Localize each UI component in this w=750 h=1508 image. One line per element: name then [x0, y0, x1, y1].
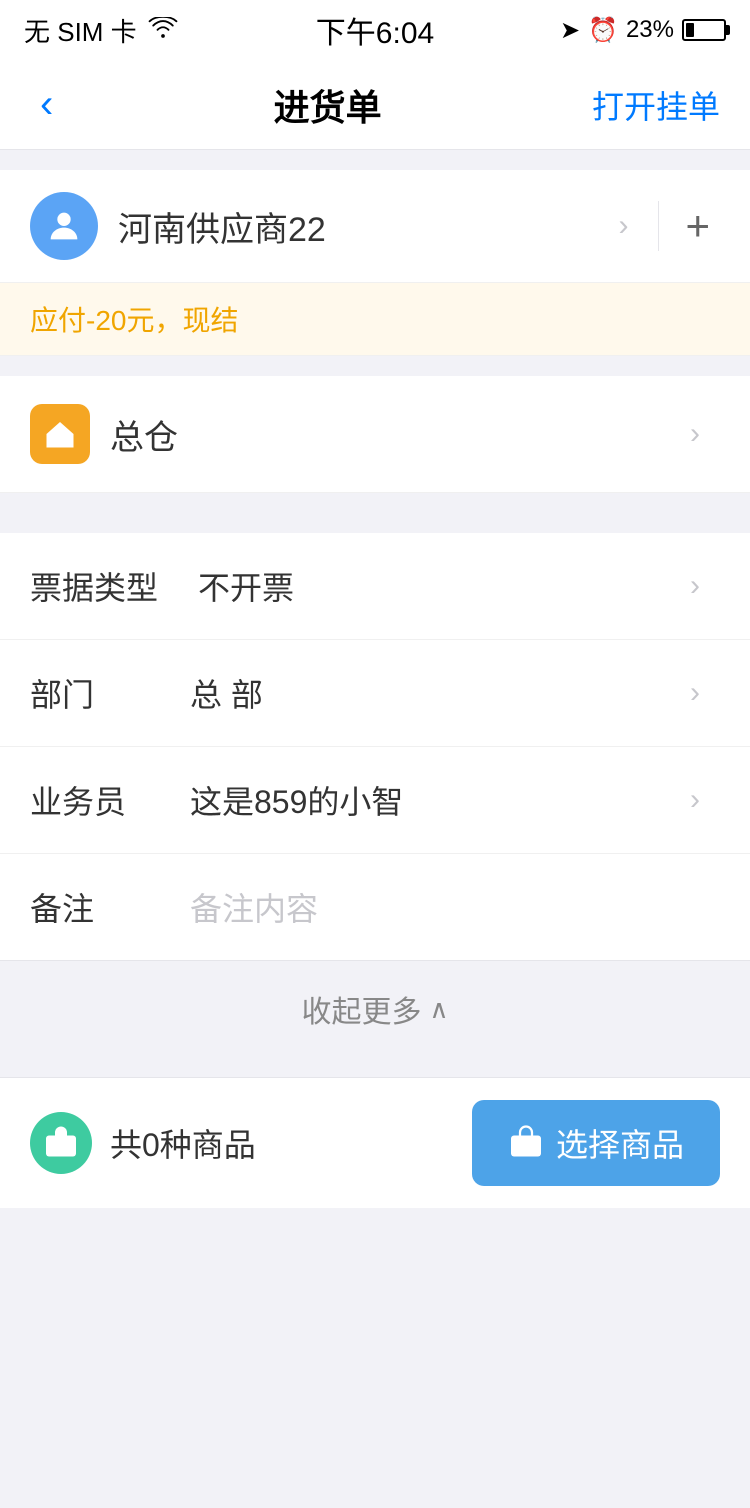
notice-row: 应付-20元，现结 [0, 283, 750, 356]
status-right: ➤ ⏰ 23% [560, 16, 726, 45]
wifi-icon [147, 15, 179, 46]
status-left: 无 SIM 卡 [24, 12, 179, 49]
select-product-button[interactable]: 选择商品 [472, 1100, 720, 1186]
product-count: 共0种商品 [110, 1120, 472, 1166]
invoice-type-row[interactable]: 票据类型 不开票 › [0, 533, 750, 640]
invoice-type-label: 票据类型 [30, 563, 158, 609]
collapse-icon: ∧ [429, 994, 448, 1025]
supplier-section: 河南供应商22 › + 应付-20元，现结 [0, 170, 750, 356]
status-time: 下午6:04 [316, 8, 434, 52]
carrier-label: 无 SIM 卡 [24, 12, 137, 49]
salesperson-label: 业务员 [30, 777, 150, 823]
department-chevron-icon: › [690, 676, 700, 710]
section-gap-1 [0, 150, 750, 170]
collapse-label: 收起更多 [301, 987, 421, 1031]
form-section: 票据类型 不开票 › 部门 总 部 › 业务员 这是859的小智 › 备注 备注… [0, 533, 750, 960]
alarm-icon: ⏰ [588, 16, 618, 45]
supplier-name: 河南供应商22 [118, 202, 618, 251]
department-value: 总 部 [190, 670, 690, 716]
page-title: 进货单 [274, 79, 382, 131]
section-gap-3 [0, 493, 750, 513]
select-product-label: 选择商品 [556, 1120, 684, 1166]
remark-label: 备注 [30, 884, 150, 930]
back-button[interactable]: ‹ [30, 72, 63, 137]
battery-percent: 23% [626, 16, 674, 44]
remark-row[interactable]: 备注 备注内容 [0, 854, 750, 960]
supplier-row[interactable]: 河南供应商22 › + [0, 170, 750, 283]
salesperson-value: 这是859的小智 [190, 777, 690, 823]
invoice-type-value: 不开票 [198, 563, 690, 609]
notice-text: 应付-20元，现结 [30, 305, 238, 336]
nav-bar: ‹ 进货单 打开挂单 [0, 60, 750, 150]
page-rest [0, 1208, 750, 1508]
warehouse-icon [30, 404, 90, 464]
battery-icon [682, 19, 726, 41]
bottom-bar: 共0种商品 选择商品 [0, 1077, 750, 1208]
supplier-chevron-icon: › [618, 209, 628, 243]
warehouse-label: 总仓 [110, 410, 690, 459]
warehouse-section: 总仓 › [0, 376, 750, 493]
vertical-divider [658, 201, 659, 251]
supplier-avatar [30, 192, 98, 260]
status-bar: 无 SIM 卡 下午6:04 ➤ ⏰ 23% [0, 0, 750, 60]
department-row[interactable]: 部门 总 部 › [0, 640, 750, 747]
salesperson-chevron-icon: › [690, 783, 700, 817]
salesperson-row[interactable]: 业务员 这是859的小智 › [0, 747, 750, 854]
department-label: 部门 [30, 670, 150, 716]
add-button[interactable]: + [675, 202, 720, 250]
warehouse-chevron-icon: › [690, 417, 700, 451]
invoice-type-chevron-icon: › [690, 569, 700, 603]
open-pending-button[interactable]: 打开挂单 [592, 82, 720, 128]
collapse-row[interactable]: 收起更多 ∧ [0, 960, 750, 1057]
remark-input[interactable]: 备注内容 [190, 884, 720, 930]
section-gap-2 [0, 356, 750, 376]
product-icon [30, 1112, 92, 1174]
location-icon: ➤ [560, 16, 580, 45]
warehouse-row[interactable]: 总仓 › [0, 376, 750, 493]
